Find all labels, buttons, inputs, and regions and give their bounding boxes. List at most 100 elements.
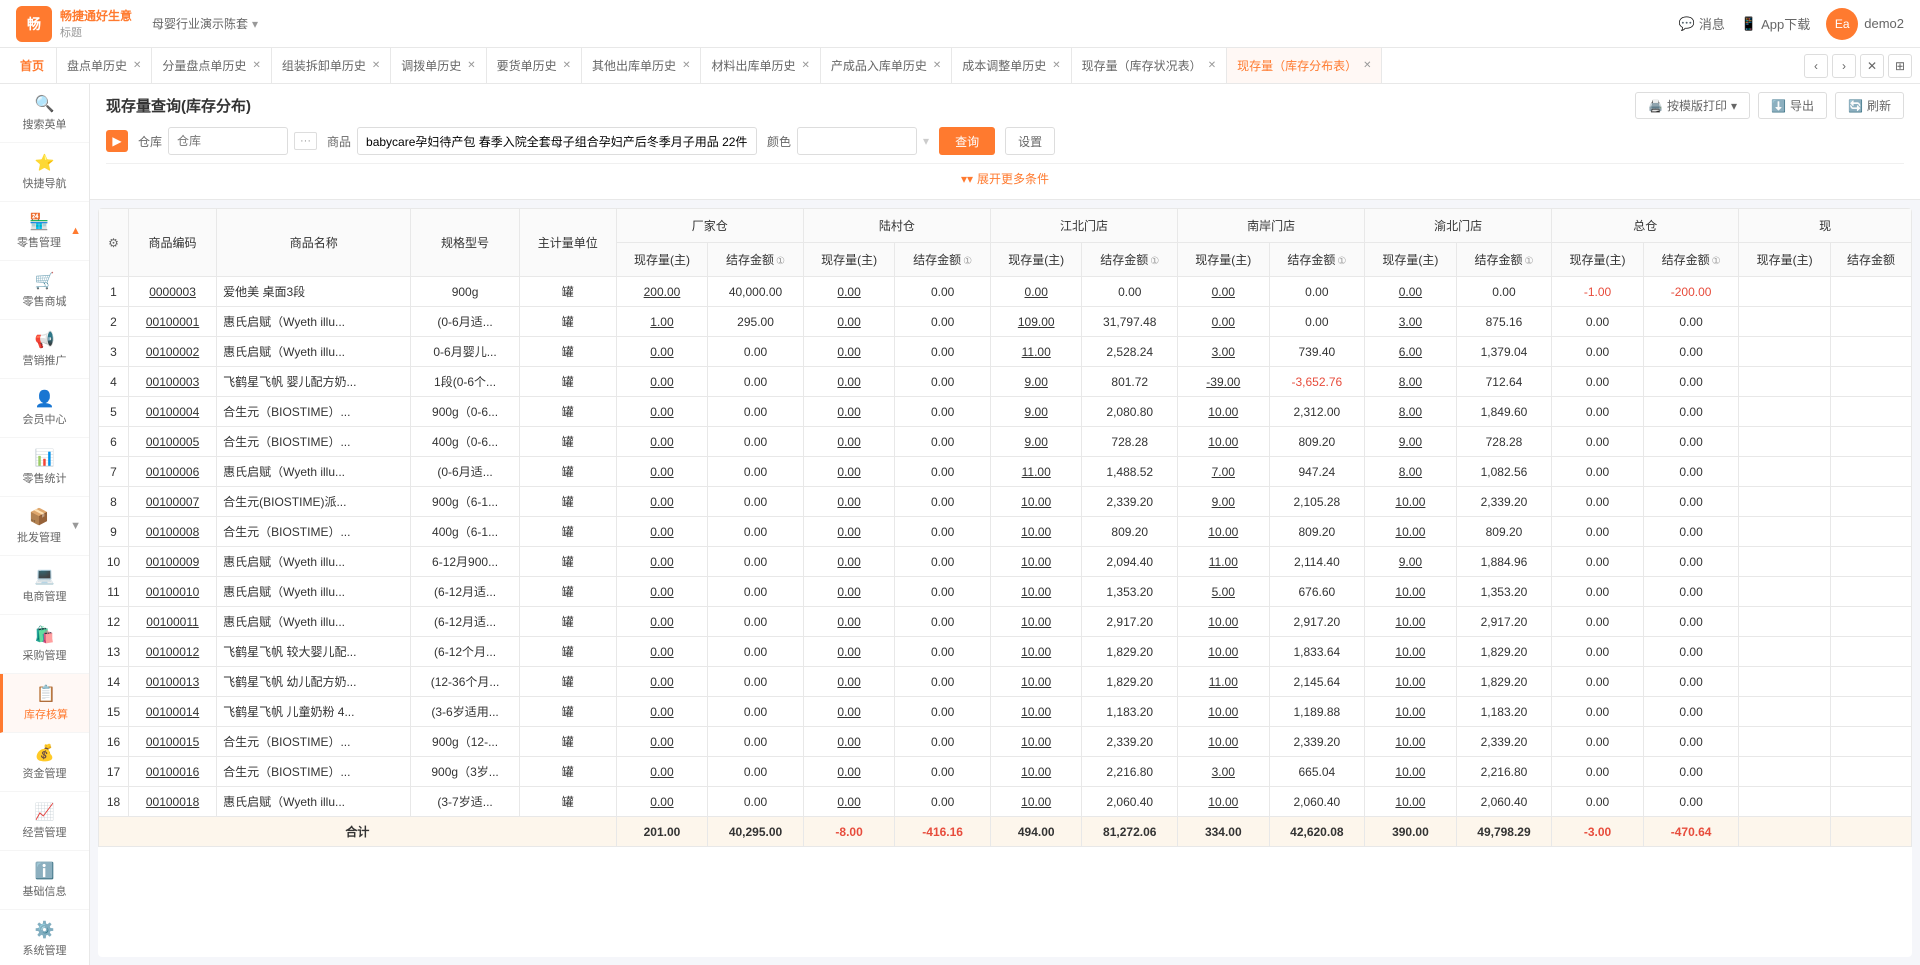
warehouse-ellipsis[interactable]: ··· (294, 132, 317, 150)
row-wh4-amt: 2,105.28 (1269, 487, 1365, 517)
sidebar-item-finance[interactable]: 💰 资金管理 (0, 733, 89, 792)
table-row: 11 00100010 惠氏启赋（Wyeth illu... (6-12月适..… (99, 577, 1912, 607)
product-input[interactable] (357, 127, 757, 155)
tab-chengben[interactable]: 成本调整单历史 ✕ (952, 48, 1071, 84)
sum-total-qty: -3.00 (1552, 817, 1644, 847)
tab-prev-btn[interactable]: ‹ (1804, 54, 1828, 78)
tab-pandian[interactable]: 盘点单历史 ✕ (57, 48, 152, 84)
settings-gear-icon[interactable]: ⚙ (108, 236, 119, 250)
user-area[interactable]: Ea demo2 (1826, 8, 1904, 40)
tab-home[interactable]: 首页 (8, 48, 57, 84)
row-name: 飞鹤星飞帆 婴儿配方奶... (217, 367, 411, 397)
row-unit: 罐 (519, 397, 616, 427)
row-total-qty: 0.00 (1552, 517, 1644, 547)
warehouse-input[interactable] (168, 127, 288, 155)
sidebar-item-retail-stats[interactable]: 📊 零售统计 (0, 438, 89, 497)
tab-next-btn[interactable]: › (1832, 54, 1856, 78)
print-btn[interactable]: 🖨️ 按模版打印 ▾ (1635, 92, 1750, 119)
row-wh5-qty: 10.00 (1365, 607, 1457, 637)
row-wh1-qty: 0.00 (616, 637, 708, 667)
tab-xiancun1[interactable]: 现存量（库存状况表） ✕ (1072, 48, 1227, 84)
sidebar-item-inventory[interactable]: 📋 库存核算 (0, 674, 89, 733)
color-label: 颜色 (767, 133, 791, 150)
color-dropdown-arrow[interactable]: ▾ (923, 134, 929, 148)
app-download-btn[interactable]: 📱 App下载 (1741, 14, 1810, 33)
tab-expand-btn[interactable]: ⊞ (1888, 54, 1912, 78)
sidebar-item-mall[interactable]: 🛒 零售商城 (0, 261, 89, 320)
row-wh5-amt: 809.20 (1456, 517, 1552, 547)
tab-yaohuo[interactable]: 要货单历史 ✕ (487, 48, 582, 84)
tab-diaobo[interactable]: 调拨单历史 ✕ (391, 48, 486, 84)
message-btn[interactable]: 💬 消息 (1679, 14, 1725, 33)
tab-close-icon[interactable]: ✕ (133, 60, 141, 71)
row-unit: 罐 (519, 277, 616, 307)
tab-close-icon[interactable]: ✕ (1363, 60, 1371, 71)
tab-close-icon[interactable]: ✕ (467, 60, 475, 71)
row-unit: 罐 (519, 727, 616, 757)
sidebar-item-system[interactable]: ⚙️ 系统管理 (0, 910, 89, 965)
dropdown-arrow[interactable]: ▾ (252, 17, 258, 31)
info-icon-2[interactable]: ① (963, 256, 972, 267)
row-name: 惠氏启赋（Wyeth illu... (217, 547, 411, 577)
th-extra-qty: 现存量(主) (1739, 243, 1831, 277)
tab-zuzhuang[interactable]: 组装拆卸单历史 ✕ (272, 48, 391, 84)
sidebar-item-purchase[interactable]: 🛍️ 采购管理 (0, 615, 89, 674)
chevron-down-icon: ▼ (70, 520, 81, 532)
tab-close-icon[interactable]: ✕ (563, 60, 571, 71)
tab-close-icon[interactable]: ✕ (1208, 60, 1216, 71)
tab-cailiao[interactable]: 材料出库单历史 ✕ (701, 48, 820, 84)
tab-close-all-btn[interactable]: ✕ (1860, 54, 1884, 78)
tab-close-icon[interactable]: ✕ (372, 60, 380, 71)
row-code: 00100011 (129, 607, 217, 637)
row-extra-qty (1739, 457, 1831, 487)
info-icon-3[interactable]: ① (1150, 256, 1159, 267)
sidebar-item-search[interactable]: 🔍 搜索英单 (0, 84, 89, 143)
settings-btn[interactable]: 设置 (1005, 127, 1055, 155)
color-input[interactable] (797, 127, 917, 155)
refresh-btn[interactable]: 🔄 刷新 (1835, 92, 1904, 119)
tab-chancheng[interactable]: 产成品入库单历史 ✕ (821, 48, 952, 84)
row-extra-amt (1830, 787, 1911, 817)
row-wh1-qty: 0.00 (616, 367, 708, 397)
row-total-amt: 0.00 (1643, 787, 1739, 817)
row-wh5-qty: 6.00 (1365, 337, 1457, 367)
tab-xiancun2[interactable]: 现存量（库存分布表） ✕ (1227, 48, 1382, 84)
info-icon-1[interactable]: ① (776, 256, 785, 267)
expand-btn[interactable]: ▾▾ 展开更多条件 (961, 170, 1049, 187)
row-code: 00100012 (129, 637, 217, 667)
row-wh5-amt: 1,884.96 (1456, 547, 1552, 577)
row-spec: (0-6月适... (411, 307, 519, 337)
row-wh2-qty: 0.00 (803, 487, 895, 517)
sidebar-item-wholesale[interactable]: 📦 批发管理 ▼ (0, 497, 89, 556)
tab-close-icon[interactable]: ✕ (682, 60, 690, 71)
row-wh3-qty: 9.00 (990, 367, 1082, 397)
info-icon-6[interactable]: ① (1712, 256, 1721, 267)
sidebar-item-member[interactable]: 👤 会员中心 (0, 379, 89, 438)
tab-close-icon[interactable]: ✕ (1052, 60, 1060, 71)
content-area: 现存量查询(库存分布) 🖨️ 按模版打印 ▾ ⬇️ 导出 🔄 刷新 (90, 84, 1920, 965)
sidebar-item-nav[interactable]: ⭐ 快捷导航 (0, 143, 89, 202)
sidebar-item-basic-info[interactable]: ℹ️ 基础信息 (0, 851, 89, 910)
sidebar-item-ecommerce[interactable]: 💻 电商管理 (0, 556, 89, 615)
row-total-qty: 0.00 (1552, 637, 1644, 667)
tab-qita[interactable]: 其他出库单历史 ✕ (582, 48, 701, 84)
sidebar-item-management[interactable]: 📈 经营管理 (0, 792, 89, 851)
export-btn[interactable]: ⬇️ 导出 (1758, 92, 1827, 119)
info-icon-5[interactable]: ① (1524, 256, 1533, 267)
sidebar-item-marketing[interactable]: 📢 营销推广 (0, 320, 89, 379)
row-wh2-qty: 0.00 (803, 577, 895, 607)
sidebar-item-retail[interactable]: 🏪 零售管理 ▲ (0, 202, 89, 261)
tab-fenliang[interactable]: 分量盘点单历史 ✕ (152, 48, 271, 84)
tab-close-icon[interactable]: ✕ (252, 60, 260, 71)
app-logo: 畅 (16, 6, 52, 42)
info-icon-4[interactable]: ① (1337, 256, 1346, 267)
row-total-qty: 0.00 (1552, 607, 1644, 637)
row-spec: (3-7岁适... (411, 787, 519, 817)
row-unit: 罐 (519, 547, 616, 577)
row-wh5-amt: 2,339.20 (1456, 727, 1552, 757)
tab-close-icon[interactable]: ✕ (933, 60, 941, 71)
query-btn[interactable]: 查询 (939, 127, 995, 155)
collapse-btn[interactable]: ▶ (106, 130, 128, 152)
row-wh1-qty: 0.00 (616, 607, 708, 637)
tab-close-icon[interactable]: ✕ (801, 60, 809, 71)
